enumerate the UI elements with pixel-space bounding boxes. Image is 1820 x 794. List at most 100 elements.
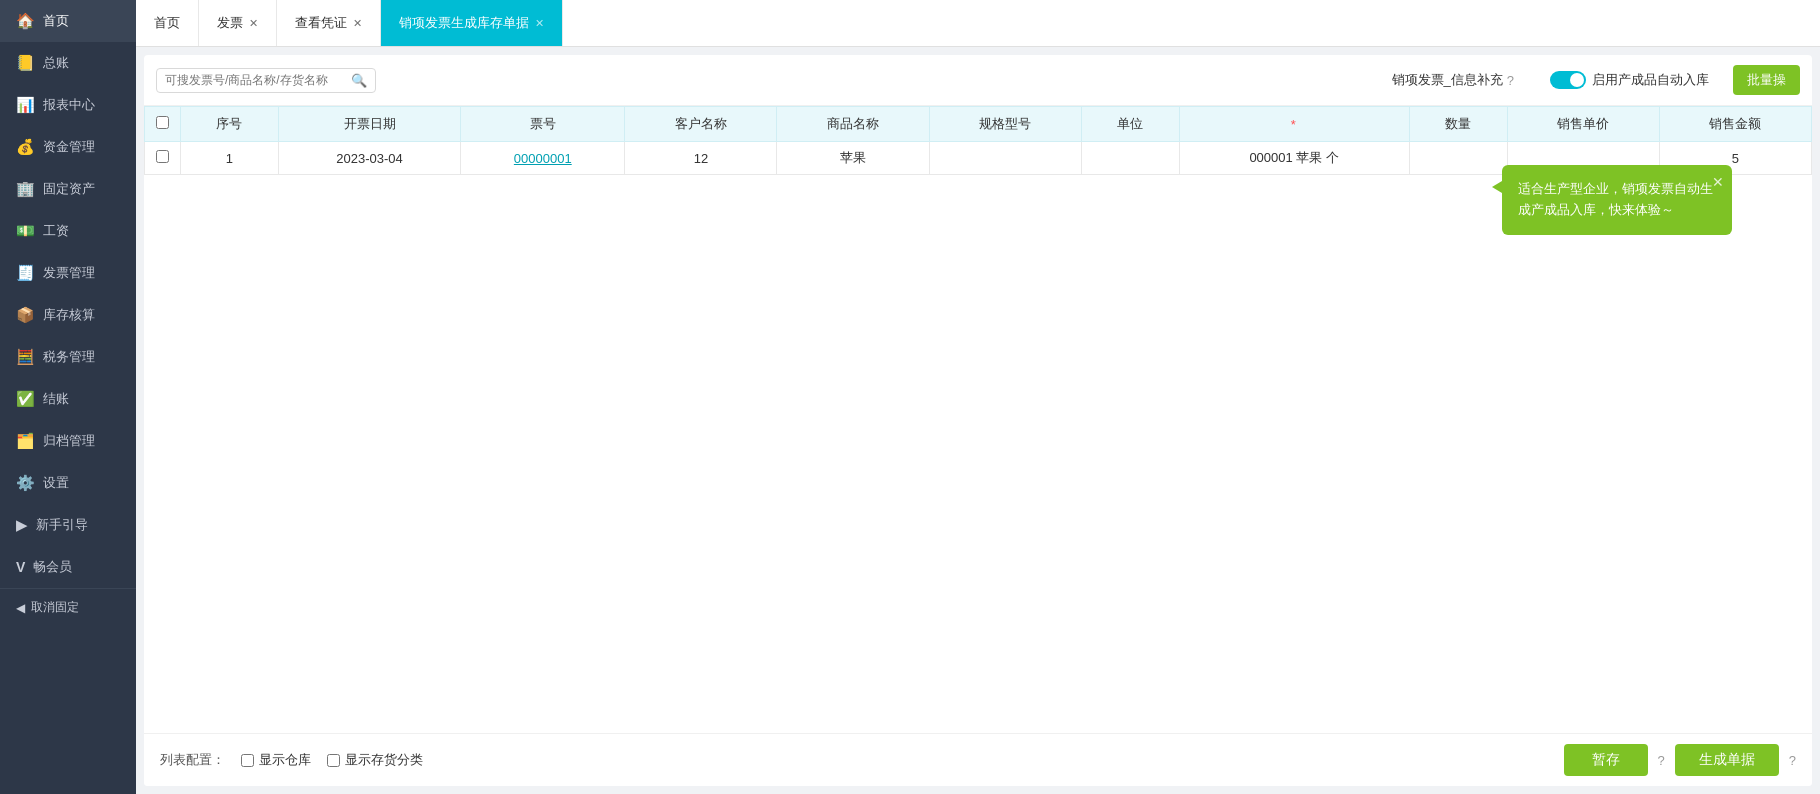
sidebar-item-label: 资金管理 — [43, 138, 95, 156]
tab-invoice-label: 发票 — [217, 14, 243, 32]
sidebar-item-fixed-assets[interactable]: 🏢 固定资产 — [0, 168, 136, 210]
tab-invoice[interactable]: 发票 ✕ — [199, 0, 277, 46]
show-category-checkbox-wrap[interactable]: 显示存货分类 — [327, 751, 423, 769]
toolbar: 🔍 销项发票_信息补充 ? 启用产成品自动入库 批量操 — [144, 55, 1812, 106]
th-open-date: 开票日期 — [278, 107, 460, 142]
generate-button[interactable]: 生成单据 — [1675, 744, 1779, 776]
settlement-icon: ✅ — [16, 390, 35, 408]
show-warehouse-label: 显示仓库 — [259, 751, 311, 769]
inventory-icon: 📦 — [16, 306, 35, 324]
tab-home[interactable]: 首页 — [136, 0, 199, 46]
sidebar-item-settlement[interactable]: ✅ 结账 — [0, 378, 136, 420]
content-area: 🔍 销项发票_信息补充 ? 启用产成品自动入库 批量操 序 — [144, 55, 1812, 786]
tab-view-voucher-label: 查看凭证 — [295, 14, 347, 32]
tooltip-popup: ✕ 适合生产型企业，销项发票自动生成产成品入库，快来体验～ — [1502, 165, 1732, 235]
bottom-actions: 暂存 ? 生成单据 ? — [1564, 744, 1796, 776]
sidebar-item-label: 新手引导 — [36, 516, 88, 534]
pin-icon: ◀ — [16, 601, 25, 615]
sidebar-item-capital-mgmt[interactable]: 💰 资金管理 — [0, 126, 136, 168]
save-button[interactable]: 暂存 — [1564, 744, 1648, 776]
th-seq: 序号 — [181, 107, 279, 142]
select-all-checkbox[interactable] — [156, 116, 169, 129]
info-label: 销项发票_信息补充 ? — [1392, 71, 1514, 89]
show-warehouse-checkbox-wrap[interactable]: 显示仓库 — [241, 751, 311, 769]
td-customer-name: 12 — [625, 142, 777, 175]
vip-icon: V — [16, 559, 25, 575]
sidebar-item-label: 报表中心 — [43, 96, 95, 114]
td-inventory-name[interactable]: 000001 苹果 个 — [1179, 142, 1409, 175]
th-qty: 数量 — [1409, 107, 1507, 142]
settings-icon: ⚙️ — [16, 474, 35, 492]
info-label-text: 销项发票_信息补充 — [1392, 71, 1503, 89]
sidebar-item-label: 畅会员 — [33, 558, 72, 576]
tab-home-label: 首页 — [154, 14, 180, 32]
sidebar-item-report-center[interactable]: 📊 报表中心 — [0, 84, 136, 126]
td-qty — [1409, 142, 1507, 175]
sidebar-item-payroll[interactable]: 💵 工资 — [0, 210, 136, 252]
th-ticket-no: 票号 — [461, 107, 625, 142]
sidebar-fix-button[interactable]: ◀ 取消固定 — [0, 588, 136, 626]
sidebar-item-guide[interactable]: ▶ 新手引导 — [0, 504, 136, 546]
sidebar-item-label: 总账 — [43, 54, 69, 72]
sidebar-item-label: 库存核算 — [43, 306, 95, 324]
sidebar: 🏠 首页 📒 总账 📊 报表中心 💰 资金管理 🏢 固定资产 💵 工资 🧾 发票… — [0, 0, 136, 794]
th-amount: 销售金额 — [1659, 107, 1811, 142]
sidebar-item-label: 结账 — [43, 390, 69, 408]
info-help-icon[interactable]: ? — [1507, 73, 1514, 88]
sidebar-item-tax-mgmt[interactable]: 🧮 税务管理 — [0, 336, 136, 378]
sidebar-item-inventory[interactable]: 📦 库存核算 — [0, 294, 136, 336]
td-checkbox[interactable] — [145, 142, 181, 175]
tab-sales-return-stock-close[interactable]: ✕ — [535, 17, 544, 30]
th-product-name: 商品名称 — [777, 107, 929, 142]
search-icon: 🔍 — [351, 73, 367, 88]
invoice-icon: 🧾 — [16, 264, 35, 282]
ledger-icon: 📒 — [16, 54, 35, 72]
th-spec-model: 规格型号 — [929, 107, 1081, 142]
show-warehouse-checkbox[interactable] — [241, 754, 254, 767]
home-icon: 🏠 — [16, 12, 35, 30]
sidebar-item-invoice-mgmt[interactable]: 🧾 发票管理 — [0, 252, 136, 294]
tab-sales-return-stock-label: 销项发票生成库存单据 — [399, 14, 529, 32]
tab-sales-return-stock[interactable]: 销项发票生成库存单据 ✕ — [381, 0, 563, 46]
archive-icon: 🗂️ — [16, 432, 35, 450]
tooltip-close-button[interactable]: ✕ — [1712, 171, 1724, 193]
batch-button[interactable]: 批量操 — [1733, 65, 1800, 95]
th-select-all[interactable] — [145, 107, 181, 142]
td-product-name: 苹果 — [777, 142, 929, 175]
tab-invoice-close[interactable]: ✕ — [249, 17, 258, 30]
auto-stock-toggle[interactable] — [1550, 71, 1586, 89]
sidebar-item-label: 工资 — [43, 222, 69, 240]
toggle-wrap: 启用产成品自动入库 — [1550, 71, 1709, 89]
show-category-checkbox[interactable] — [327, 754, 340, 767]
sidebar-item-home[interactable]: 🏠 首页 — [0, 0, 136, 42]
sidebar-item-label: 发票管理 — [43, 264, 95, 282]
sidebar-item-general-ledger[interactable]: 📒 总账 — [0, 42, 136, 84]
td-open-date: 2023-03-04 — [278, 142, 460, 175]
tab-view-voucher-close[interactable]: ✕ — [353, 17, 362, 30]
report-icon: 📊 — [16, 96, 35, 114]
td-ticket-no[interactable]: 00000001 — [461, 142, 625, 175]
td-spec-model — [929, 142, 1081, 175]
th-unit: 单位 — [1081, 107, 1179, 142]
sidebar-item-label: 设置 — [43, 474, 69, 492]
toggle-label: 启用产成品自动入库 — [1592, 71, 1709, 89]
row-checkbox[interactable] — [156, 150, 169, 163]
save-help-icon[interactable]: ? — [1658, 753, 1665, 768]
sidebar-item-settings[interactable]: ⚙️ 设置 — [0, 462, 136, 504]
generate-help-icon[interactable]: ? — [1789, 753, 1796, 768]
tab-view-voucher[interactable]: 查看凭证 ✕ — [277, 0, 381, 46]
sidebar-item-vip[interactable]: V 畅会员 — [0, 546, 136, 588]
search-box[interactable]: 🔍 — [156, 68, 376, 93]
capital-icon: 💰 — [16, 138, 35, 156]
guide-icon: ▶ — [16, 516, 28, 534]
search-input[interactable] — [165, 73, 347, 87]
list-config-label: 列表配置： — [160, 751, 225, 769]
th-unit-price: 销售单价 — [1507, 107, 1659, 142]
sidebar-item-label: 首页 — [43, 12, 69, 30]
main-area: 首页 发票 ✕ 查看凭证 ✕ 销项发票生成库存单据 ✕ 🔍 销项发票_信息补充 … — [136, 0, 1820, 794]
th-inventory-name: * — [1179, 107, 1409, 142]
sidebar-item-archive-mgmt[interactable]: 🗂️ 归档管理 — [0, 420, 136, 462]
fixed-assets-icon: 🏢 — [16, 180, 35, 198]
sidebar-item-label: 税务管理 — [43, 348, 95, 366]
show-category-label: 显示存货分类 — [345, 751, 423, 769]
